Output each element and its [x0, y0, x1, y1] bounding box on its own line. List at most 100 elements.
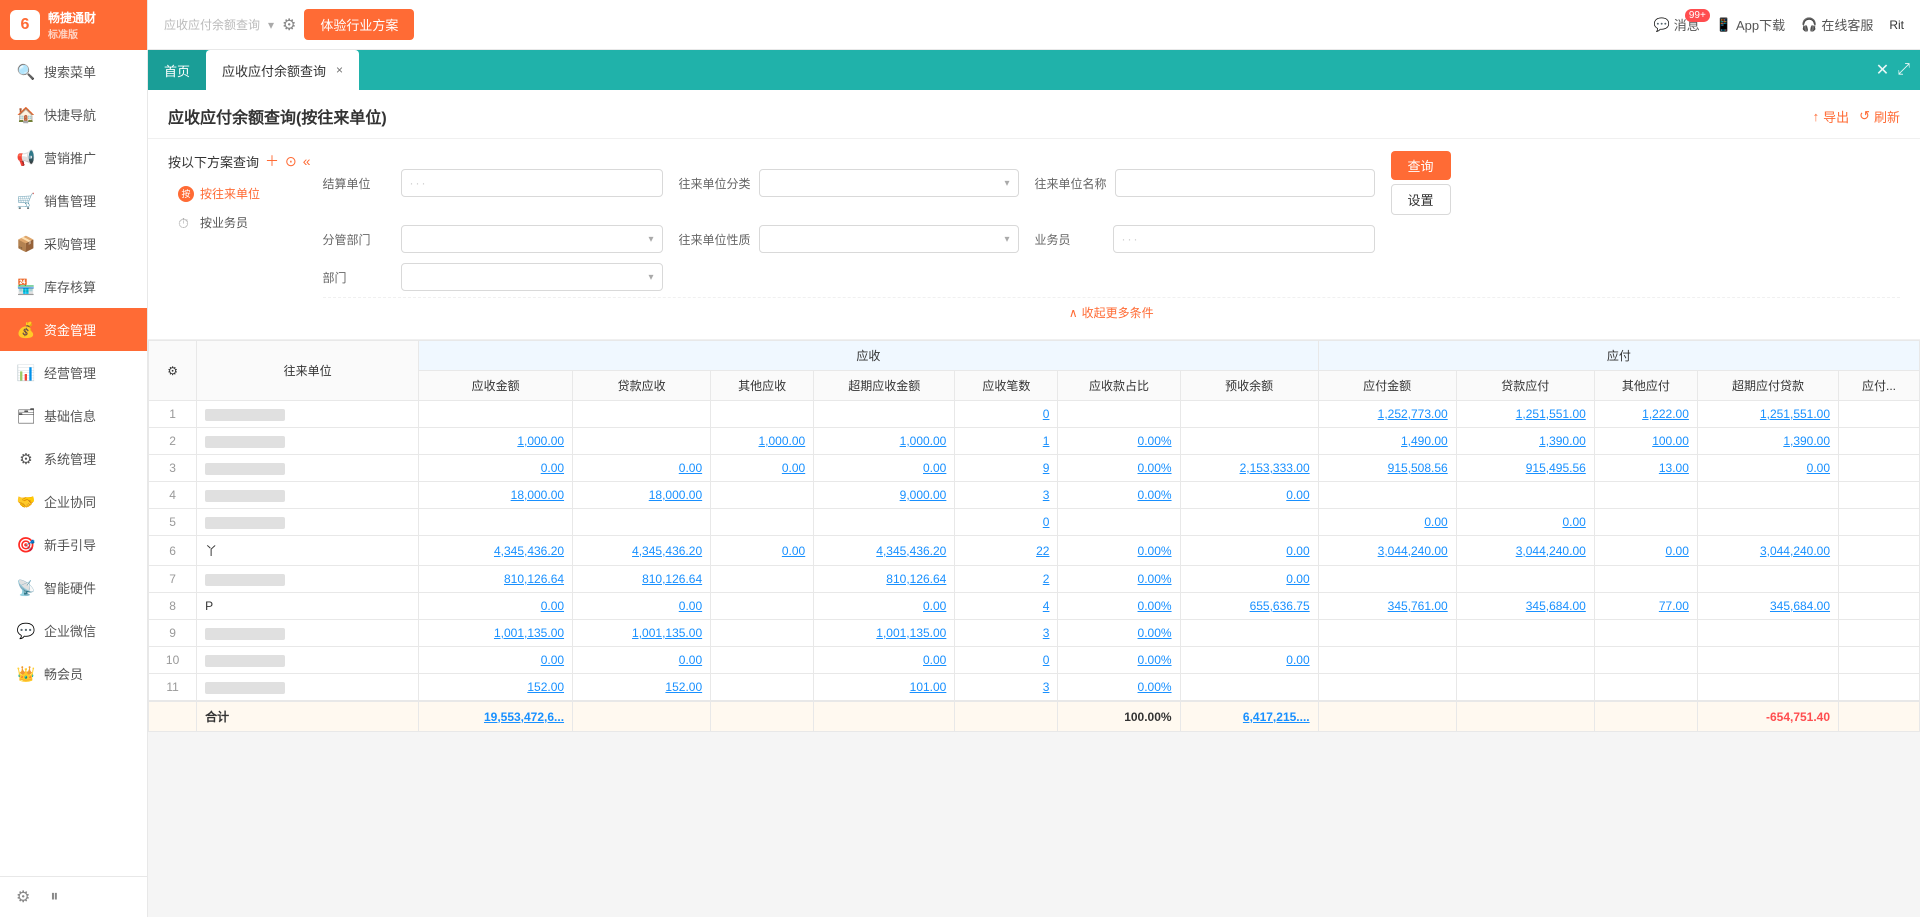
- row-ap_amount[interactable]: 1,252,773.00: [1318, 401, 1456, 428]
- row-ar_count[interactable]: 3: [955, 482, 1058, 509]
- row-ap_other[interactable]: 0.00: [1594, 536, 1697, 566]
- row-ap_other[interactable]: 1,222.00: [1594, 401, 1697, 428]
- row-ar_advance[interactable]: 0.00: [1180, 482, 1318, 509]
- row-ar_count[interactable]: 1: [955, 428, 1058, 455]
- row-ar_loan[interactable]: 810,126.64: [573, 566, 711, 593]
- sidebar-item-nav[interactable]: 🏠 快捷导航: [0, 93, 147, 136]
- row-ar_overdue[interactable]: 101.00: [814, 674, 955, 702]
- filter-collapse-btn[interactable]: ∧ 收起更多条件: [323, 297, 1900, 327]
- sidebar-item-system[interactable]: ⚙ 系统管理: [0, 437, 147, 480]
- row-ar_overdue[interactable]: 0.00: [814, 593, 955, 620]
- row-ar_count[interactable]: 22: [955, 536, 1058, 566]
- tab-expand-icon[interactable]: ⤢: [1897, 61, 1910, 79]
- row-ar_other[interactable]: 1,000.00: [711, 428, 814, 455]
- online-service[interactable]: 🎧 在线客服: [1801, 15, 1873, 34]
- row-ar_loan[interactable]: 152.00: [573, 674, 711, 702]
- row-ap_amount[interactable]: 0.00: [1318, 509, 1456, 536]
- partner-category-input[interactable]: ▾: [759, 169, 1019, 197]
- table-wrapper[interactable]: ⚙ 往来单位 应收 应付 应收金额 贷款应收 其他应收 超期应收金额 应收笔数: [148, 340, 1920, 732]
- row-ap_overdue[interactable]: 3,044,240.00: [1697, 536, 1838, 566]
- row-ar_overdue[interactable]: 4,345,436.20: [814, 536, 955, 566]
- sidebar-item-hardware[interactable]: 📡 智能硬件: [0, 566, 147, 609]
- row-ar_advance[interactable]: 0.00: [1180, 566, 1318, 593]
- row-ap_overdue[interactable]: 1,251,551.00: [1697, 401, 1838, 428]
- gear-icon[interactable]: ⚙: [282, 15, 296, 35]
- sidebar-item-member[interactable]: 👑 畅会员: [0, 652, 147, 695]
- tab-home[interactable]: 首页: [148, 50, 206, 90]
- sidebar-item-corp[interactable]: 🤝 企业协同: [0, 480, 147, 523]
- row-ap_amount[interactable]: 3,044,240.00: [1318, 536, 1456, 566]
- user-info[interactable]: Rit: [1889, 18, 1904, 32]
- row-ap_loan[interactable]: 1,390.00: [1456, 428, 1594, 455]
- partner-nature-input[interactable]: ▾: [759, 225, 1019, 253]
- row-ar_advance[interactable]: 2,153,333.00: [1180, 455, 1318, 482]
- row-ar_count[interactable]: 9: [955, 455, 1058, 482]
- row-ar_ratio[interactable]: 0.00%: [1058, 647, 1180, 674]
- row-ar_amount[interactable]: 0.00: [419, 455, 573, 482]
- sidebar-item-purchase[interactable]: 📦 采购管理: [0, 222, 147, 265]
- row-ap_other[interactable]: 100.00: [1594, 428, 1697, 455]
- row-ar_amount[interactable]: 4,345,436.20: [419, 536, 573, 566]
- row-ar_ratio[interactable]: 0.00%: [1058, 428, 1180, 455]
- row-ap_amount[interactable]: 345,761.00: [1318, 593, 1456, 620]
- row-ar_advance[interactable]: 0.00: [1180, 647, 1318, 674]
- set-button[interactable]: 设置: [1391, 184, 1451, 215]
- row-ap_amount[interactable]: 1,490.00: [1318, 428, 1456, 455]
- collapse-icon[interactable]: ⏸: [50, 888, 58, 906]
- row-ar_loan[interactable]: 1,001,135.00: [573, 620, 711, 647]
- row-ap_overdue[interactable]: 0.00: [1697, 455, 1838, 482]
- row-ar_count[interactable]: 4: [955, 593, 1058, 620]
- row-ar_amount[interactable]: 810,126.64: [419, 566, 573, 593]
- row-ar_overdue[interactable]: 0.00: [814, 647, 955, 674]
- row-ap_amount[interactable]: 915,508.56: [1318, 455, 1456, 482]
- row-ar_overdue[interactable]: 1,001,135.00: [814, 620, 955, 647]
- row-ar_loan[interactable]: 0.00: [573, 593, 711, 620]
- row-ar_loan[interactable]: 0.00: [573, 647, 711, 674]
- row-ar_count[interactable]: 0: [955, 401, 1058, 428]
- app-download[interactable]: 📱 App下载: [1716, 15, 1785, 34]
- tab-query[interactable]: 应收应付余额查询 ×: [206, 50, 359, 90]
- total-ar-advance[interactable]: 6,417,215....: [1180, 701, 1318, 732]
- row-ap_other[interactable]: 13.00: [1594, 455, 1697, 482]
- sidebar-item-basic[interactable]: 🗂 基础信息: [0, 394, 147, 437]
- salesman-input[interactable]: ···: [1113, 225, 1375, 253]
- sidebar-item-sales[interactable]: 🛒 销售管理: [0, 179, 147, 222]
- filter-option-partner[interactable]: 按 按往来单位: [168, 179, 311, 208]
- sidebar-item-wechat[interactable]: 💬 企业微信: [0, 609, 147, 652]
- row-ar_count[interactable]: 0: [955, 647, 1058, 674]
- tab-close-window-icon[interactable]: ✕: [1876, 60, 1889, 80]
- sidebar-item-finance[interactable]: 💰 资金管理: [0, 308, 147, 351]
- collapse-filter-icon[interactable]: «: [303, 153, 311, 169]
- row-ap_loan[interactable]: 0.00: [1456, 509, 1594, 536]
- row-ap_loan[interactable]: 3,044,240.00: [1456, 536, 1594, 566]
- row-ar_overdue[interactable]: 9,000.00: [814, 482, 955, 509]
- sidebar-item-search[interactable]: 🔍 搜索菜单: [0, 50, 147, 93]
- row-ar_amount[interactable]: 1,000.00: [419, 428, 573, 455]
- row-ar_overdue[interactable]: 810,126.64: [814, 566, 955, 593]
- sidebar-item-guide[interactable]: 🎯 新手引导: [0, 523, 147, 566]
- add-filter-icon[interactable]: ＋: [265, 151, 279, 171]
- solution-btn[interactable]: 体验行业方案: [304, 9, 414, 40]
- settings-icon[interactable]: ⚙: [16, 887, 30, 907]
- row-ar_loan[interactable]: 4,345,436.20: [573, 536, 711, 566]
- sidebar-item-operation[interactable]: 📊 经营管理: [0, 351, 147, 394]
- row-ar_count[interactable]: 3: [955, 674, 1058, 702]
- row-ar_other[interactable]: 0.00: [711, 455, 814, 482]
- total-ar-amount[interactable]: 19,553,472,6...: [419, 701, 573, 732]
- row-ar_loan[interactable]: 0.00: [573, 455, 711, 482]
- dept-manager-input[interactable]: ▾: [401, 225, 663, 253]
- filter-option-salesman[interactable]: ⏱ 按业务员: [168, 208, 311, 237]
- row-ar_amount[interactable]: 1,001,135.00: [419, 620, 573, 647]
- partner-name-input[interactable]: [1115, 169, 1375, 197]
- row-ap_loan[interactable]: 345,684.00: [1456, 593, 1594, 620]
- row-ap_overdue[interactable]: 1,390.00: [1697, 428, 1838, 455]
- row-ar_ratio[interactable]: 0.00%: [1058, 536, 1180, 566]
- row-ar_advance[interactable]: 655,636.75: [1180, 593, 1318, 620]
- row-ar_loan[interactable]: 18,000.00: [573, 482, 711, 509]
- tab-close-icon[interactable]: ×: [336, 63, 343, 77]
- refresh-btn[interactable]: ↺ 刷新: [1859, 107, 1900, 126]
- dropdown-icon[interactable]: ▾: [268, 18, 274, 32]
- row-ap_overdue[interactable]: 345,684.00: [1697, 593, 1838, 620]
- row-ap_other[interactable]: 77.00: [1594, 593, 1697, 620]
- sidebar-item-marketing[interactable]: 📢 营销推广: [0, 136, 147, 179]
